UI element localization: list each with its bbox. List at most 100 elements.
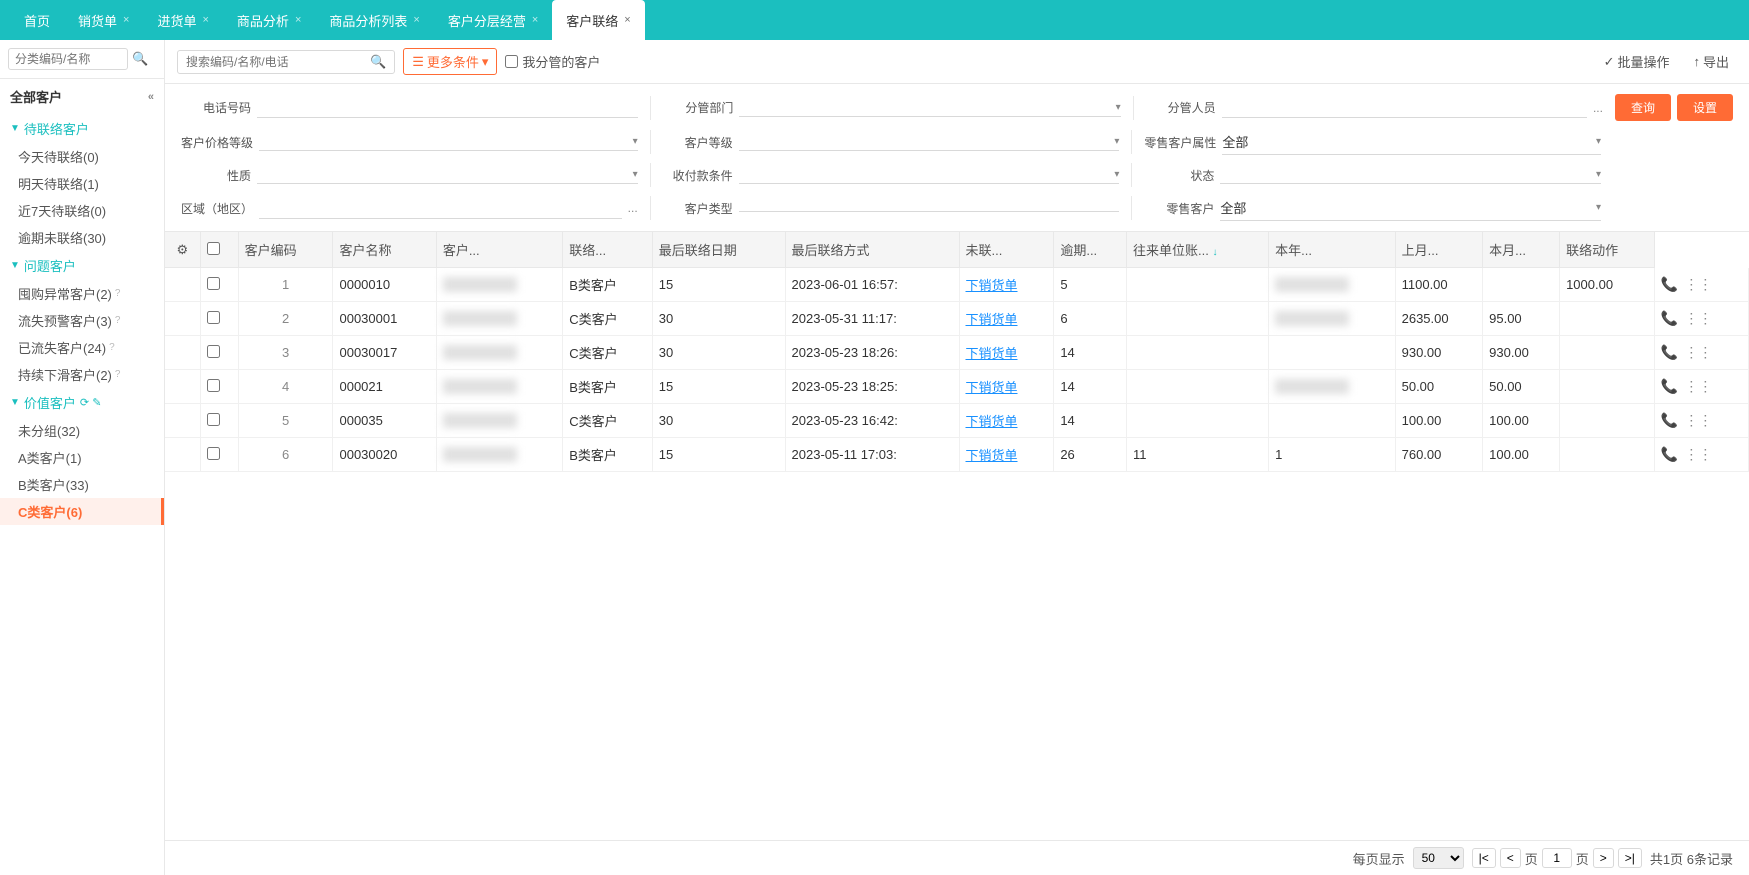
th-last-month[interactable]: 上月...	[1395, 232, 1483, 268]
filter-region-input[interactable]	[259, 198, 622, 219]
sidebar-group-pending[interactable]: ▼ 待联络客户	[0, 114, 164, 143]
nav-tab-customer-contact-close[interactable]: ×	[624, 14, 630, 26]
filter-manager-input[interactable]	[1222, 97, 1587, 118]
sidebar-item-lost[interactable]: 已流失客户(24) ?	[0, 334, 164, 361]
filter-retail-attr-select[interactable]: 全部 ▾	[1222, 129, 1601, 155]
sidebar-item-overdue[interactable]: 逾期未联络(30)	[0, 224, 164, 251]
filter-type-select[interactable]	[739, 205, 1120, 212]
main-search-input[interactable]	[186, 55, 366, 69]
th-checkbox[interactable]	[200, 232, 238, 268]
sidebar-search-input[interactable]	[8, 48, 128, 70]
link-cell[interactable]: 下销货单	[966, 414, 1018, 429]
sidebar-item-a-class[interactable]: A类客户(1)	[0, 444, 164, 471]
th-overdue[interactable]: 逾期...	[1054, 232, 1127, 268]
phone-icon[interactable]: 📞	[1661, 378, 1678, 395]
row-checkbox[interactable]	[207, 345, 220, 358]
more-icon[interactable]: ⋮⋮	[1684, 344, 1712, 361]
filter-status-select[interactable]: ▾	[1220, 166, 1601, 184]
sidebar-item-7days[interactable]: 近7天待联络(0)	[0, 197, 164, 224]
phone-icon[interactable]: 📞	[1661, 344, 1678, 361]
my-customers-checkbox-label[interactable]: 我分管的客户	[505, 52, 600, 71]
nav-tab-purchase-close[interactable]: ×	[202, 14, 208, 26]
help-icon-lost[interactable]: ?	[109, 342, 115, 353]
sidebar-search-icon[interactable]: 🔍	[132, 51, 148, 67]
filter-retail-select[interactable]: 全部 ▾	[1220, 195, 1601, 221]
page-input[interactable]	[1542, 848, 1572, 868]
link-cell[interactable]: 下销货单	[966, 448, 1018, 463]
nav-tab-analysis-list[interactable]: 商品分析列表 ×	[315, 0, 433, 40]
nav-tab-purchase[interactable]: 进货单 ×	[143, 0, 222, 40]
phone-icon[interactable]: 📞	[1661, 412, 1678, 429]
phone-icon[interactable]: 📞	[1661, 446, 1678, 463]
th-code[interactable]: 客户编码	[238, 232, 333, 268]
nav-tab-analysis-close[interactable]: ×	[295, 14, 301, 26]
next-page-button[interactable]: >	[1593, 848, 1614, 868]
filter-payment-select[interactable]: ▾	[739, 166, 1120, 184]
filter-region-dotdot[interactable]: ...	[628, 201, 638, 215]
th-last-method[interactable]: 最后联络方式	[785, 232, 959, 268]
th-uncontacted[interactable]: 未联...	[959, 232, 1054, 268]
per-page-select[interactable]: 50 100	[1413, 847, 1464, 869]
filter-level-select[interactable]: ▾	[739, 133, 1120, 151]
export-button[interactable]: ↑ 导出	[1685, 49, 1737, 74]
filter-value-level-select[interactable]: ▾	[259, 133, 638, 151]
more-icon[interactable]: ⋮⋮	[1684, 276, 1712, 293]
row-checkbox[interactable]	[207, 311, 220, 324]
my-customers-checkbox[interactable]	[505, 55, 518, 68]
sidebar-all-customers[interactable]: 全部客户 «	[0, 79, 164, 114]
first-page-button[interactable]: |<	[1472, 848, 1496, 868]
sidebar-item-tomorrow[interactable]: 明天待联络(1)	[0, 170, 164, 197]
main-search-button[interactable]: 🔍	[370, 54, 386, 70]
last-page-button[interactable]: >|	[1618, 848, 1642, 868]
batch-ops-button[interactable]: ✓ 批量操作	[1596, 49, 1678, 74]
row-checkbox[interactable]	[207, 413, 220, 426]
sidebar-item-abnormal[interactable]: 囤购异常客户(2) ?	[0, 280, 164, 307]
nav-tab-sales-close[interactable]: ×	[123, 14, 129, 26]
sidebar-item-today[interactable]: 今天待联络(0)	[0, 143, 164, 170]
prev-page-button[interactable]: <	[1500, 848, 1521, 868]
th-name[interactable]: 客户名称	[333, 232, 436, 268]
more-icon[interactable]: ⋮⋮	[1684, 310, 1712, 327]
sidebar-item-declining[interactable]: 持续下滑客户(2) ?	[0, 361, 164, 388]
filter-phone-input[interactable]	[257, 97, 638, 118]
nav-tab-customer-contact[interactable]: 客户联络 ×	[552, 0, 644, 40]
row-checkbox[interactable]	[207, 277, 220, 290]
help-icon-declining[interactable]: ?	[115, 369, 121, 380]
th-this-month[interactable]: 本月...	[1483, 232, 1560, 268]
filter-manager-dotdot[interactable]: ...	[1593, 101, 1603, 115]
row-checkbox[interactable]	[207, 379, 220, 392]
link-cell[interactable]: 下销货单	[966, 380, 1018, 395]
row-checkbox[interactable]	[207, 447, 220, 460]
nav-tab-analysis-list-close[interactable]: ×	[413, 14, 419, 26]
th-gear[interactable]: ⚙	[165, 232, 200, 268]
link-cell[interactable]: 下销货单	[966, 312, 1018, 327]
more-conditions-button[interactable]: ☰ 更多条件 ▾	[403, 48, 497, 75]
nav-tab-customer-tier[interactable]: 客户分层经营 ×	[434, 0, 552, 40]
th-unit-balance[interactable]: 往来单位账... ↓	[1127, 232, 1269, 268]
nav-tab-analysis[interactable]: 商品分析 ×	[223, 0, 315, 40]
query-button[interactable]: 查询	[1615, 94, 1671, 121]
select-all-checkbox[interactable]	[207, 242, 220, 255]
settings-button[interactable]: 设置	[1677, 94, 1733, 121]
filter-dept-select[interactable]: ▾	[739, 99, 1120, 117]
help-icon-abnormal[interactable]: ?	[115, 288, 121, 299]
link-cell[interactable]: 下销货单	[966, 346, 1018, 361]
more-icon[interactable]: ⋮⋮	[1684, 378, 1712, 395]
phone-icon[interactable]: 📞	[1661, 276, 1678, 293]
th-last-date[interactable]: 最后联络日期	[652, 232, 785, 268]
sidebar-group-problem[interactable]: ▼ 问题客户	[0, 251, 164, 280]
sidebar-item-warning[interactable]: 流失预警客户(3) ?	[0, 307, 164, 334]
th-type[interactable]: 客户...	[436, 232, 562, 268]
filter-nature-select[interactable]: ▾	[257, 166, 638, 184]
phone-icon[interactable]: 📞	[1661, 310, 1678, 327]
more-icon[interactable]: ⋮⋮	[1684, 446, 1712, 463]
nav-home[interactable]: 首页	[10, 0, 64, 40]
link-cell[interactable]: 下销货单	[966, 278, 1018, 293]
sidebar-group-value[interactable]: ▼ 价值客户 ⟳ ✎	[0, 388, 164, 417]
nav-tab-sales[interactable]: 销货单 ×	[64, 0, 143, 40]
nav-tab-customer-tier-close[interactable]: ×	[532, 14, 538, 26]
sidebar-item-ungrouped[interactable]: 未分组(32)	[0, 417, 164, 444]
th-contact[interactable]: 联络...	[563, 232, 653, 268]
th-this-year[interactable]: 本年...	[1269, 232, 1395, 268]
help-icon-warning[interactable]: ?	[115, 315, 121, 326]
